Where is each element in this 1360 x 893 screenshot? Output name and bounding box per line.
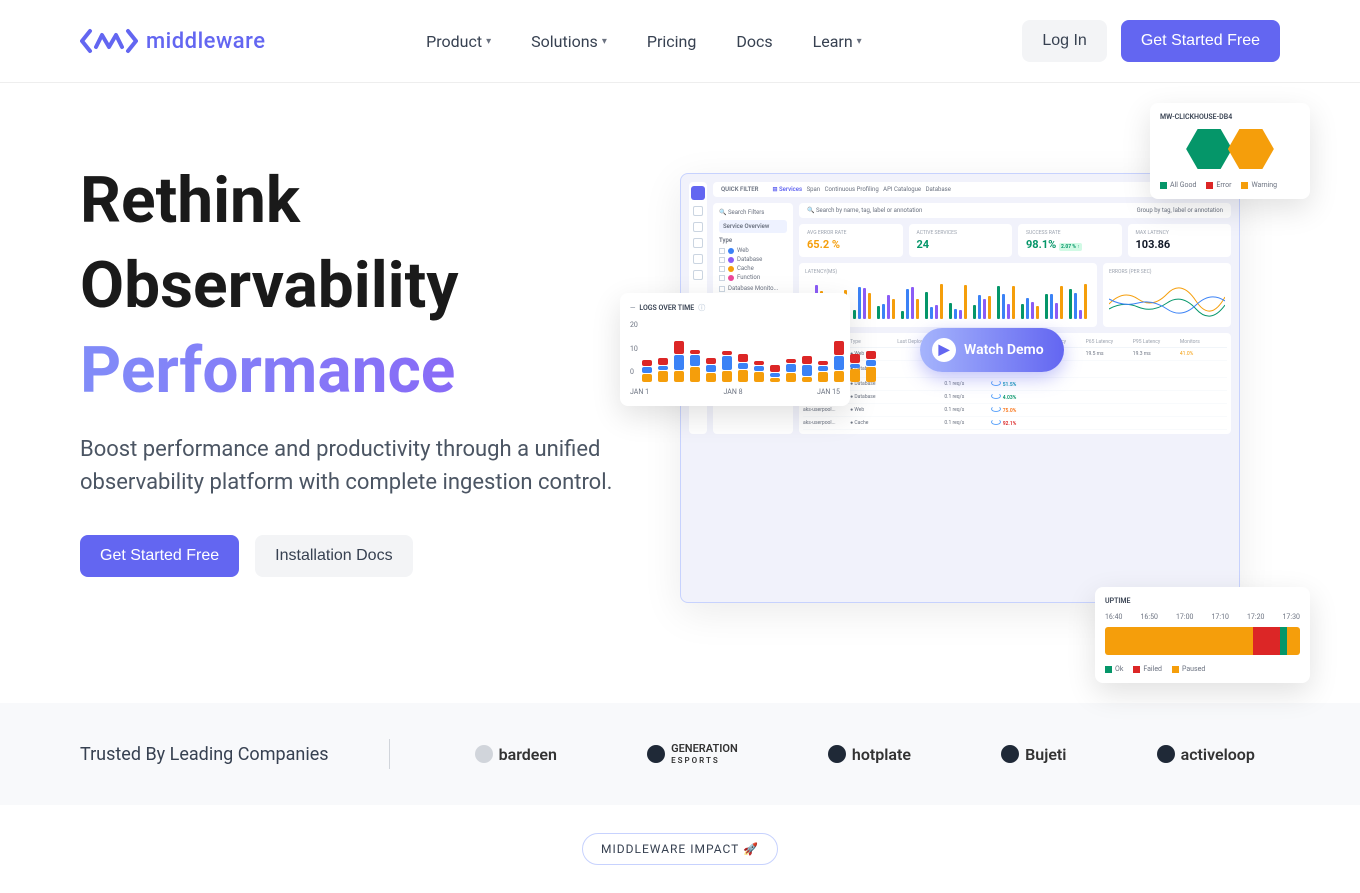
dashboard-tab[interactable]: Span	[807, 186, 821, 193]
nav-product[interactable]: Product▾	[426, 32, 491, 51]
company-logo: hotplate	[828, 745, 911, 764]
impact-badge: MIDDLEWARE IMPACT 🚀	[582, 833, 778, 865]
nav-docs[interactable]: Docs	[736, 32, 772, 51]
hero-title-2: Observability	[80, 248, 620, 325]
company-logo: GENERATIONESPORTS	[647, 743, 738, 765]
legend-item: Ok	[1105, 665, 1123, 673]
kpi-card: AVG ERROR RATE65.2 %	[799, 224, 903, 257]
company-logo: Bujeti	[1001, 745, 1066, 764]
legend-item: Paused	[1172, 665, 1205, 673]
filter-item[interactable]: Database Monito...	[719, 285, 787, 292]
hero-cta-secondary[interactable]: Installation Docs	[255, 535, 412, 577]
hero-subtitle: Boost performance and productivity throu…	[80, 433, 620, 499]
uptime-bar	[1105, 627, 1300, 655]
table-row[interactable]: aks-userpool...● Database0.1 req/s 4.03%	[803, 391, 1227, 404]
hero-title-1: Rethink	[80, 163, 620, 240]
site-header: middleware Product▾ Solutions▾ Pricing D…	[0, 0, 1360, 83]
play-icon: ▶	[932, 338, 956, 362]
dashboard-tab[interactable]: ⊞ Services	[772, 186, 802, 193]
company-logo: activeloop	[1157, 745, 1255, 764]
hero-title-accent: Performance	[80, 333, 620, 410]
filter-type[interactable]: Database	[719, 256, 787, 263]
app-icon	[691, 186, 705, 200]
filter-type[interactable]: Function	[719, 274, 787, 281]
login-button[interactable]: Log In	[1022, 20, 1106, 62]
get-started-button[interactable]: Get Started Free	[1121, 20, 1280, 62]
float-logs-over-time: — LOGS OVER TIME ⓘ 20100 JAN 1JAN 8JAN 1…	[620, 293, 850, 406]
legend-item: Error	[1206, 181, 1231, 189]
header-actions: Log In Get Started Free	[1022, 20, 1280, 62]
dashboard-search-bar: 🔍 Search by name, tag, label or annotati…	[799, 203, 1231, 218]
nav-learn[interactable]: Learn▾	[813, 32, 862, 51]
table-row[interactable]: aks-userpool...● Web0.1 req/s 75.0%	[803, 404, 1227, 417]
brand-name: middleware	[146, 29, 266, 54]
errors-chart: ERRORS (PER SEC)	[1103, 263, 1231, 327]
table-row[interactable]: aks-userpool...● Cache0.1 req/s 92.1%	[803, 417, 1227, 430]
brand-logo[interactable]: middleware	[80, 27, 266, 55]
company-logo: bardeen	[475, 745, 557, 764]
dashboard-tab[interactable]: Database	[926, 186, 951, 193]
kpi-card: ACTIVE SERVICES24	[909, 224, 1013, 257]
chevron-down-icon: ▾	[857, 36, 862, 47]
main-nav: Product▾ Solutions▾ Pricing Docs Learn▾	[426, 32, 862, 51]
hero-dashboard-preview: QUICK FILTER ⊞ Services Span Continuous …	[660, 163, 1280, 643]
watch-demo-button[interactable]: ▶ Watch Demo	[920, 328, 1064, 372]
trusted-label: Trusted By Leading Companies	[80, 744, 329, 765]
chevron-down-icon: ▾	[602, 36, 607, 47]
legend-item: All Good	[1160, 181, 1196, 189]
nav-pricing[interactable]: Pricing	[647, 32, 697, 51]
legend-item: Failed	[1133, 665, 1162, 673]
float-uptime: UPTIME 16:4016:5017:0017:1017:2017:30 Ok…	[1095, 587, 1310, 683]
dashboard-tab[interactable]: Continuous Profiling	[825, 186, 879, 193]
float-clickhouse: MW-CLICKHOUSE-DB4 All GoodErrorWarning	[1150, 103, 1310, 199]
filter-type[interactable]: Web	[719, 247, 787, 254]
chevron-down-icon: ▾	[486, 36, 491, 47]
dashboard-kpis: AVG ERROR RATE65.2 %ACTIVE SERVICES24SUC…	[799, 224, 1231, 257]
kpi-card: SUCCESS RATE98.1% 2.07 % ↑	[1018, 224, 1122, 257]
dashboard-tab[interactable]: API Catalogue	[883, 186, 921, 193]
filter-type[interactable]: Cache	[719, 265, 787, 272]
hero: Rethink Observability Performance Boost …	[0, 83, 1360, 703]
trusted-by-section: Trusted By Leading Companies bardeen GENE…	[0, 703, 1360, 805]
hero-cta-primary[interactable]: Get Started Free	[80, 535, 239, 577]
nav-solutions[interactable]: Solutions▾	[531, 32, 607, 51]
logo-icon	[80, 27, 138, 55]
legend-item: Warning	[1241, 181, 1277, 189]
kpi-card: MAX LATENCY103.86	[1128, 224, 1232, 257]
